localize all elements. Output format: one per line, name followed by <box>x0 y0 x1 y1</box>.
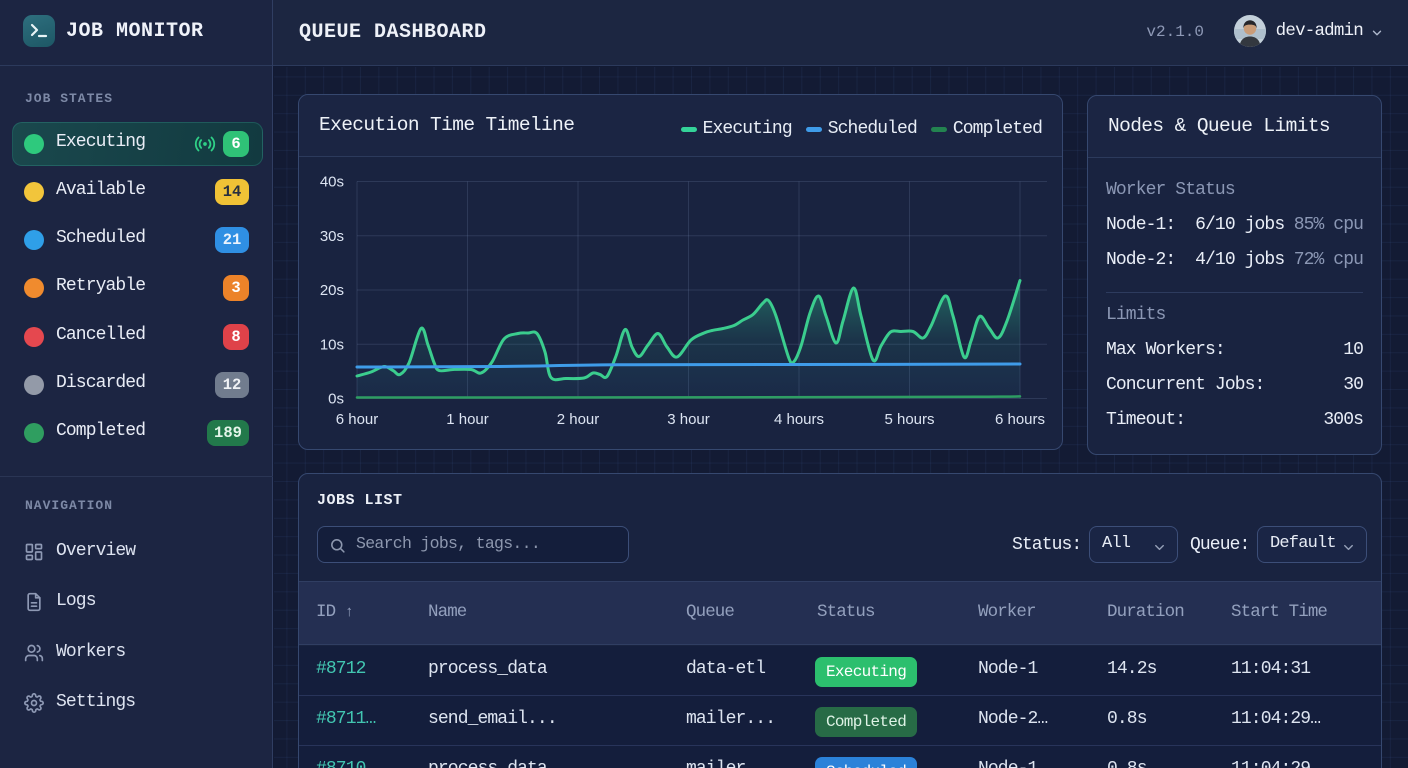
svg-text:3 hour: 3 hour <box>667 411 710 428</box>
svg-text:10s: 10s <box>320 336 344 353</box>
svg-text:5 hours: 5 hours <box>884 411 934 428</box>
svg-text:30s: 30s <box>320 228 344 245</box>
svg-text:4 hours: 4 hours <box>774 411 824 428</box>
svg-text:1 hour: 1 hour <box>446 411 489 428</box>
svg-text:6 hours: 6 hours <box>995 411 1045 428</box>
svg-text:20s: 20s <box>320 282 344 299</box>
svg-text:40s: 40s <box>320 174 344 191</box>
svg-text:0s: 0s <box>328 391 344 408</box>
svg-text:6 hour: 6 hour <box>336 411 379 428</box>
svg-text:2 hour: 2 hour <box>557 411 600 428</box>
